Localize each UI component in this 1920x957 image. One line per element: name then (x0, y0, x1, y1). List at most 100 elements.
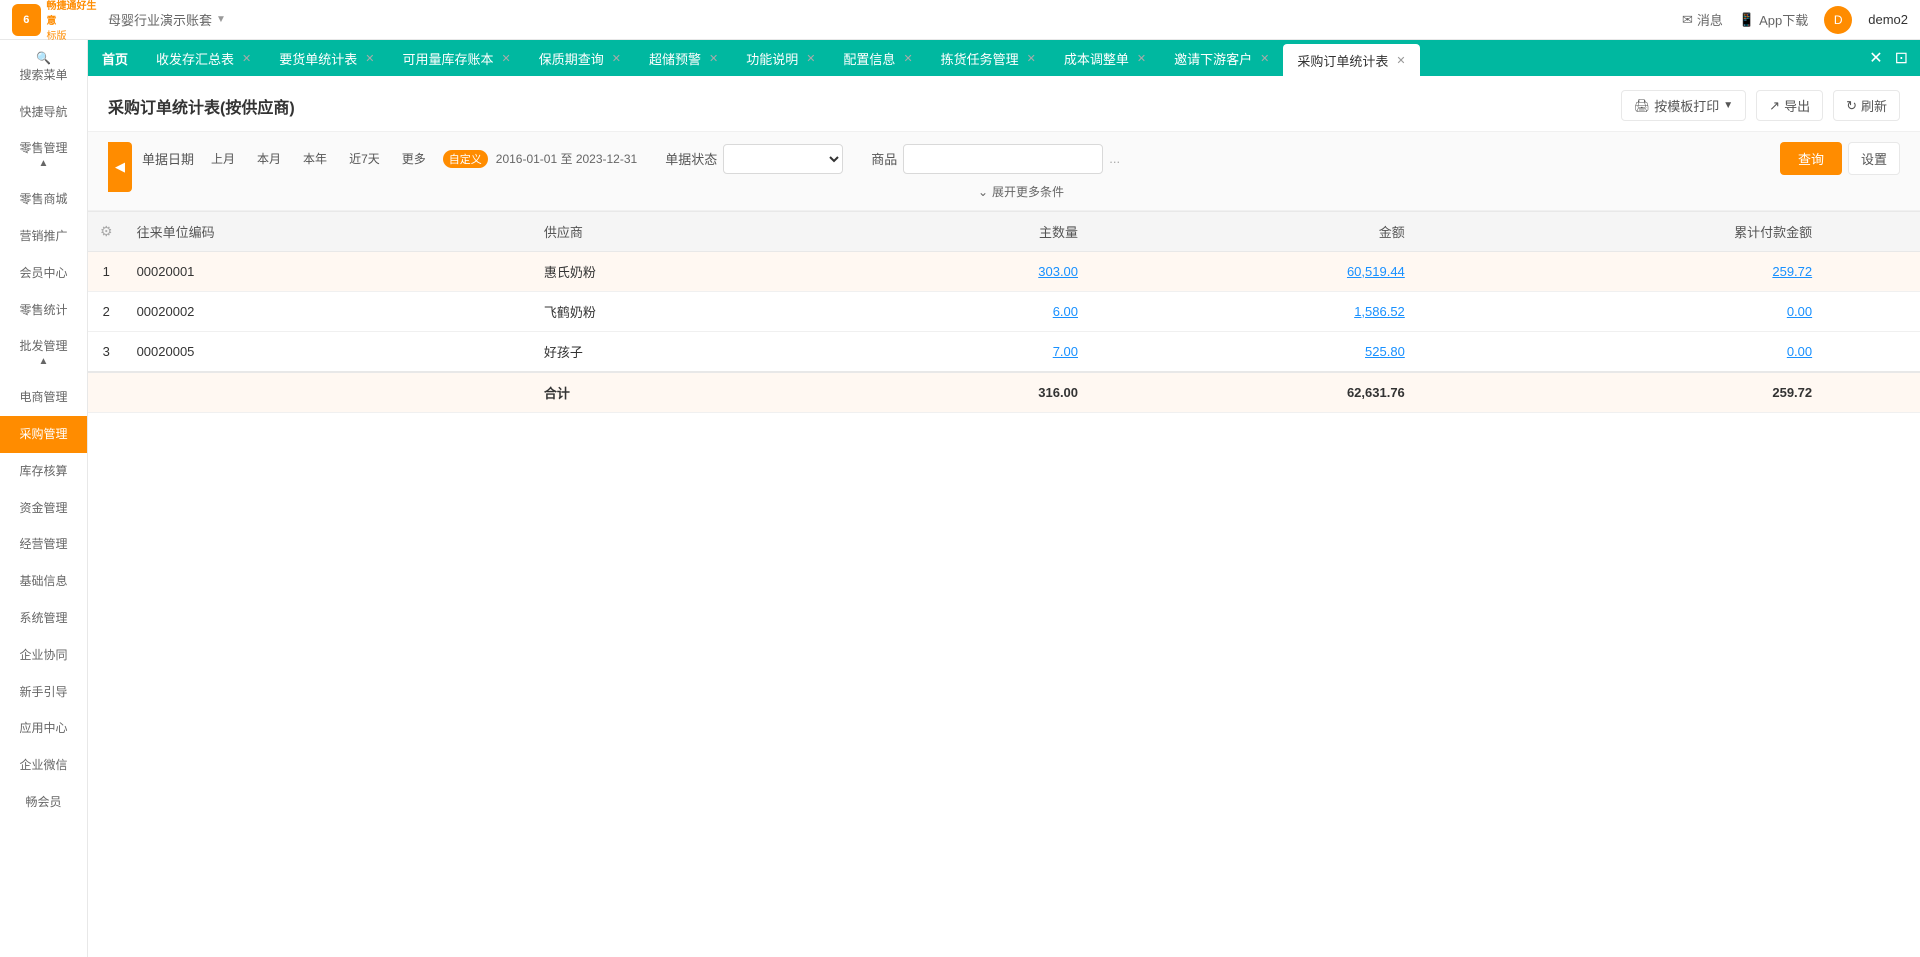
row-2-code: 00020002 (125, 292, 532, 332)
close-icon[interactable]: ✕ (903, 52, 912, 65)
sidebar-item-system[interactable]: 系统管理 (0, 600, 87, 637)
close-icon[interactable]: ✕ (502, 52, 511, 65)
app-download-button[interactable]: 📱 App下载 (1739, 10, 1808, 29)
close-icon[interactable]: ✕ (612, 52, 621, 65)
row-3-quantity[interactable]: 7.00 (835, 332, 1090, 373)
message-button[interactable]: ✉ 消息 (1682, 10, 1723, 29)
last-7-days-btn[interactable]: 近7天 (340, 147, 389, 170)
sidebar-item-ecommerce[interactable]: 电商管理 (0, 379, 87, 416)
last-month-btn[interactable]: 上月 (202, 147, 244, 170)
tab-collect-dispatch[interactable]: 收发存汇总表 ✕ (142, 40, 265, 76)
footer-paid-amount: 259.72 (1417, 372, 1824, 413)
close-icon[interactable]: ✕ (1260, 52, 1269, 65)
table-header-row: ⚙ 往来单位编码 供应商 主数量 金额 累计付款金额 (88, 212, 1920, 252)
sidebar-item-search[interactable]: 🔍 搜索菜单 (0, 40, 87, 94)
row-1-paid-amount[interactable]: 259.72 (1417, 252, 1824, 292)
tab-pick-task[interactable]: 拣货任务管理 ✕ (927, 40, 1050, 76)
chevron-down-icon: ⌄ (978, 185, 988, 199)
table-area: ⚙ 往来单位编码 供应商 主数量 金额 累计付款金额 (88, 211, 1920, 413)
status-select[interactable] (723, 144, 843, 174)
sidebar-item-wholesale-mgmt[interactable]: 批发管理 ▲ (0, 328, 87, 379)
sidebar-item-retail-mgmt[interactable]: 零售管理 ▲ (0, 130, 87, 181)
tab-purchase-order-stats[interactable]: 采购订单统计表 ✕ (1283, 44, 1419, 76)
export-icon: ↗ (1769, 98, 1780, 114)
this-month-btn[interactable]: 本月 (248, 147, 290, 170)
row-2-quantity[interactable]: 6.00 (835, 292, 1090, 332)
row-3-amount[interactable]: 525.80 (1090, 332, 1417, 373)
refresh-icon: ↻ (1846, 98, 1857, 114)
sidebar-item-operation[interactable]: 经营管理 (0, 526, 87, 563)
row-2-paid-amount[interactable]: 0.00 (1417, 292, 1824, 332)
sidebar-item-retail-stats[interactable]: 零售统计 (0, 292, 87, 329)
logo-text: 畅捷通好生意 标版 (47, 0, 100, 42)
sidebar-item-enterprise-wechat[interactable]: 企业微信 (0, 747, 87, 784)
close-icon[interactable]: ✕ (1027, 52, 1036, 65)
tab-invite-downstream[interactable]: 邀请下游客户 ✕ (1160, 40, 1283, 76)
page-content: 采购订单统计表(按供应商) 🖨 按模板打印 ▼ ↗ 导出 ↻ (88, 76, 1920, 957)
sidebar-item-new-guide[interactable]: 新手引导 (0, 674, 87, 711)
row-index-3: 3 (88, 332, 125, 373)
date-range-text: 2016-01-01 至 2023-12-31 (496, 150, 637, 167)
tab-home[interactable]: 首页 (88, 40, 142, 76)
sidebar-item-retail-shop[interactable]: 零售商城 (0, 181, 87, 218)
page-header: 采购订单统计表(按供应商) 🖨 按模板打印 ▼ ↗ 导出 ↻ (88, 76, 1920, 132)
sidebar-item-purchase-mgmt[interactable]: 采购管理 (0, 416, 87, 453)
sidebar-item-inventory[interactable]: 库存核算 (0, 453, 87, 490)
search-button[interactable]: 查询 (1780, 142, 1842, 175)
tab-cost-adjust[interactable]: 成本调整单 ✕ (1050, 40, 1160, 76)
sidebar-item-marketing[interactable]: 营销推广 (0, 218, 87, 255)
table-row: 1 00020001 惠氏奶粉 303.00 60,519.44 259.72 (88, 252, 1920, 292)
download-icon: 📱 (1739, 12, 1755, 28)
goods-input[interactable] (903, 144, 1103, 174)
more-date-btn[interactable]: 更多 (393, 147, 435, 170)
row-1-quantity[interactable]: 303.00 (835, 252, 1090, 292)
row-2-amount[interactable]: 1,586.52 (1090, 292, 1417, 332)
maximize-button[interactable]: ⊡ (1891, 46, 1912, 70)
tab-config-info[interactable]: 配置信息 ✕ (829, 40, 926, 76)
row-3-paid-amount[interactable]: 0.00 (1417, 332, 1824, 373)
table-footer-row: 合计 316.00 62,631.76 259.72 (88, 372, 1920, 413)
expand-filter-button[interactable]: ⌄ 展开更多条件 (978, 183, 1064, 200)
sidebar-item-quick-nav[interactable]: 快捷导航 (0, 94, 87, 131)
sidebar-item-member[interactable]: 畅会员 (0, 784, 87, 821)
table-row: 2 00020002 飞鹤奶粉 6.00 1,586.52 0.00 (88, 292, 1920, 332)
close-icon[interactable]: ✕ (1137, 52, 1146, 65)
close-window-button[interactable]: ✕ (1865, 46, 1886, 70)
print-button[interactable]: 🖨 按模板打印 ▼ (1621, 90, 1746, 121)
workspace-selector[interactable]: 母婴行业演示账套 ▼ (108, 10, 226, 29)
close-icon[interactable]: ✕ (806, 52, 815, 65)
col-header-quantity: 主数量 (835, 212, 1090, 252)
row-2-supplier: 飞鹤奶粉 (532, 292, 836, 332)
close-icon[interactable]: ✕ (242, 52, 251, 65)
tab-overstock-warning[interactable]: 超储预警 ✕ (635, 40, 732, 76)
sidebar-item-finance[interactable]: 资金管理 (0, 490, 87, 527)
avatar[interactable]: D (1824, 6, 1852, 34)
refresh-button[interactable]: ↻ 刷新 (1833, 90, 1900, 121)
row-1-code: 00020001 (125, 252, 532, 292)
footer-label: 合计 (532, 372, 836, 413)
close-icon[interactable]: ✕ (709, 52, 718, 65)
close-icon[interactable]: ✕ (1396, 54, 1405, 67)
custom-date-badge[interactable]: 自定义 (443, 150, 488, 168)
this-year-btn[interactable]: 本年 (294, 147, 336, 170)
close-icon[interactable]: ✕ (365, 52, 374, 65)
sidebar-item-enterprise-collab[interactable]: 企业协同 (0, 637, 87, 674)
tab-shelf-life[interactable]: 保质期查询 ✕ (525, 40, 635, 76)
tab-goods-stats[interactable]: 要货单统计表 ✕ (265, 40, 388, 76)
tab-available-inventory[interactable]: 可用量库存账本 ✕ (388, 40, 524, 76)
more-fields-btn[interactable]: ... (1109, 151, 1120, 166)
logo-area: 6 畅捷通好生意 标版 (12, 0, 100, 42)
tab-function-desc[interactable]: 功能说明 ✕ (732, 40, 829, 76)
export-button[interactable]: ↗ 导出 (1756, 90, 1823, 121)
settings-col-header: ⚙ (88, 212, 125, 252)
filter-collapse-button[interactable]: ◀ (108, 142, 132, 192)
sidebar-item-basic-info[interactable]: 基础信息 (0, 563, 87, 600)
settings-icon[interactable]: ⚙ (100, 223, 113, 239)
row-1-amount[interactable]: 60,519.44 (1090, 252, 1417, 292)
row-index-2: 2 (88, 292, 125, 332)
logo-icon: 6 (12, 4, 41, 36)
sidebar-item-app-center[interactable]: 应用中心 (0, 710, 87, 747)
data-table: ⚙ 往来单位编码 供应商 主数量 金额 累计付款金额 (88, 211, 1920, 413)
setting-button[interactable]: 设置 (1848, 142, 1900, 175)
sidebar-item-member-center[interactable]: 会员中心 (0, 255, 87, 292)
